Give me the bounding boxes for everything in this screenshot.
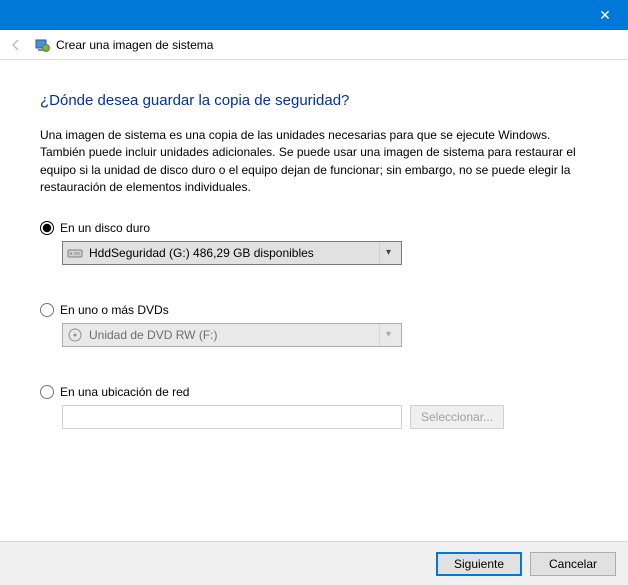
network-path-input: [62, 405, 402, 429]
wizard-header: Crear una imagen de sistema: [0, 30, 628, 60]
radio-network-label: En una ubicación de red: [60, 385, 189, 399]
chevron-down-icon: ▾: [379, 324, 397, 346]
system-image-icon: [34, 37, 50, 53]
hard-disk-select-value: HddSeguridad (G:) 486,29 GB disponibles: [89, 246, 373, 260]
option-hard-disk: En un disco duro HddSeguridad (G:) 486,2…: [40, 221, 588, 265]
browse-button: Seleccionar...: [410, 405, 504, 429]
page-description: Una imagen de sistema es una copia de la…: [40, 127, 588, 197]
close-button[interactable]: ✕: [582, 0, 628, 30]
dvd-drive-icon: [67, 327, 83, 343]
wizard-content: ¿Dónde desea guardar la copia de segurid…: [0, 60, 628, 477]
radio-hard-disk-label: En un disco duro: [60, 221, 150, 235]
window-titlebar: ✕: [0, 0, 628, 30]
option-network: En una ubicación de red Seleccionar...: [40, 385, 588, 429]
hard-disk-select[interactable]: HddSeguridad (G:) 486,29 GB disponibles …: [62, 241, 402, 265]
radio-network[interactable]: [40, 385, 54, 399]
dvd-select: Unidad de DVD RW (F:) ▾: [62, 323, 402, 347]
radio-dvd[interactable]: [40, 303, 54, 317]
chevron-down-icon: ▾: [379, 242, 397, 264]
page-heading: ¿Dónde desea guardar la copia de segurid…: [40, 92, 588, 109]
hard-drive-icon: [67, 245, 83, 261]
cancel-button[interactable]: Cancelar: [530, 552, 616, 576]
radio-dvd-label: En uno o más DVDs: [60, 303, 169, 317]
back-button[interactable]: [4, 33, 28, 57]
back-arrow-icon: [8, 37, 24, 53]
wizard-title: Crear una imagen de sistema: [56, 38, 213, 52]
close-icon: ✕: [599, 7, 611, 24]
next-button[interactable]: Siguiente: [436, 552, 522, 576]
dvd-select-value: Unidad de DVD RW (F:): [89, 328, 373, 342]
option-dvd: En uno o más DVDs Unidad de DVD RW (F:) …: [40, 303, 588, 347]
radio-hard-disk[interactable]: [40, 221, 54, 235]
wizard-footer: Siguiente Cancelar: [0, 541, 628, 585]
